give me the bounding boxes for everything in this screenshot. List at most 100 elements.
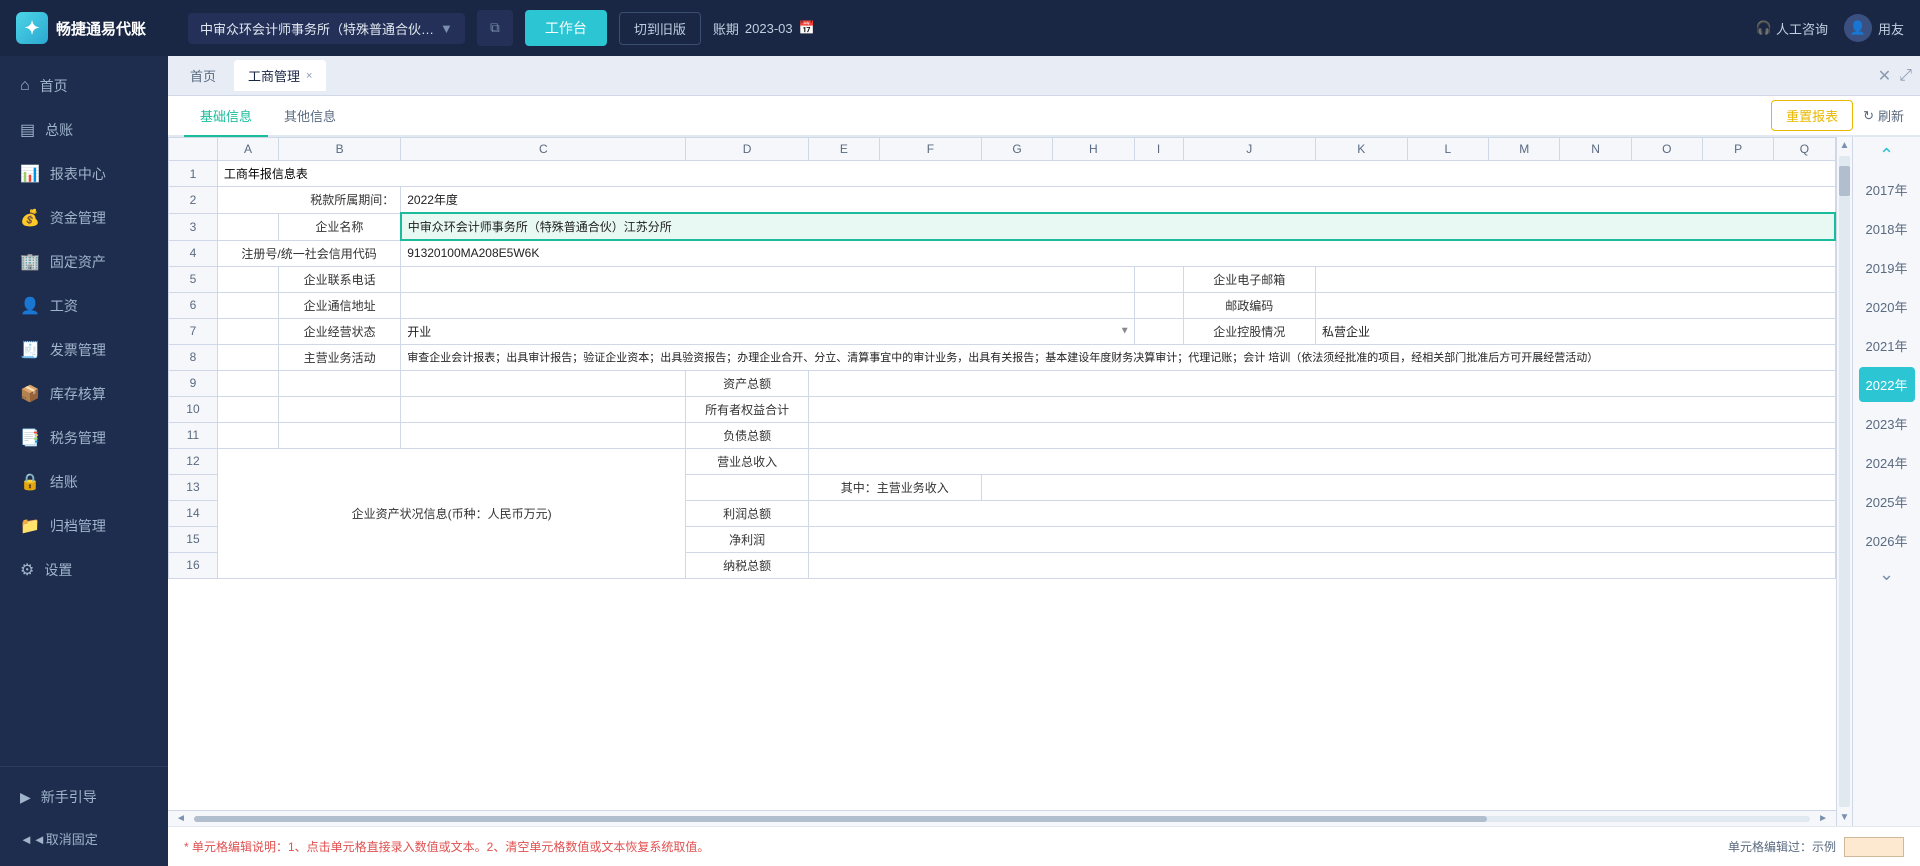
sidebar-item-invoice[interactable]: 🧾 发票管理 bbox=[0, 328, 168, 372]
year-up-button[interactable]: ⌃ bbox=[1879, 145, 1894, 166]
row12-revenue-value[interactable] bbox=[808, 448, 1835, 474]
row14-profit-value[interactable] bbox=[808, 500, 1835, 526]
col-header-b[interactable]: B bbox=[279, 138, 401, 161]
row9-b bbox=[279, 370, 401, 396]
row6-postal[interactable] bbox=[1315, 292, 1835, 318]
tab-expand-button[interactable]: ⤢ bbox=[1899, 67, 1912, 85]
row11-debt-value[interactable] bbox=[808, 422, 1835, 448]
year-2021[interactable]: 2021年 bbox=[1859, 328, 1915, 363]
bottom-scrollbar[interactable]: ◄ ► bbox=[168, 810, 1836, 826]
row6-i bbox=[1134, 292, 1183, 318]
sidebar-label-finance: 资金管理 bbox=[50, 208, 106, 228]
row7-control-value[interactable]: 私营企业 bbox=[1315, 318, 1835, 344]
col-header-f[interactable]: F bbox=[879, 138, 981, 161]
row8-biz-content[interactable]: 审查企业会计报表；出具审计报告；验证企业资本；出具验资报告；办理企业合开、分立、… bbox=[401, 344, 1835, 370]
sidebar-item-salary[interactable]: 👤 工资 bbox=[0, 284, 168, 328]
vertical-scroll-track[interactable] bbox=[1839, 156, 1850, 807]
tab-home[interactable]: 首页 bbox=[176, 60, 230, 91]
tab-close-button[interactable]: × bbox=[306, 70, 312, 82]
row3-company-name[interactable]: 中审众环会计师事务所（特殊普通合伙）江苏分所 bbox=[401, 213, 1835, 240]
col-header-a[interactable]: A bbox=[217, 138, 278, 161]
scroll-left-button[interactable]: ◄ bbox=[172, 813, 190, 824]
sidebar-item-settings[interactable]: ⚙ 设置 bbox=[0, 548, 168, 592]
row5-email[interactable] bbox=[1315, 266, 1835, 292]
user-area[interactable]: 👤 用友 bbox=[1844, 14, 1904, 42]
year-2023[interactable]: 2023年 bbox=[1859, 406, 1915, 441]
tab-close-all-button[interactable]: ✕ bbox=[1878, 66, 1891, 86]
row5-phone[interactable] bbox=[401, 266, 1134, 292]
sidebar-item-tax[interactable]: 📑 税务管理 bbox=[0, 416, 168, 460]
col-header-c[interactable]: C bbox=[401, 138, 686, 161]
workbench-button[interactable]: 工作台 bbox=[525, 10, 607, 46]
col-header-l[interactable]: L bbox=[1407, 138, 1488, 161]
row2-period[interactable]: 2022年度 bbox=[401, 187, 1835, 214]
sidebar-item-archive[interactable]: 📁 归档管理 bbox=[0, 504, 168, 548]
col-header-g[interactable]: G bbox=[981, 138, 1052, 161]
grid-container[interactable]: A B C D E F G H I J bbox=[168, 137, 1836, 810]
row-num-14: 14 bbox=[169, 500, 218, 526]
copy-button[interactable]: ⧉ bbox=[477, 10, 513, 46]
row6-a bbox=[217, 292, 278, 318]
col-header-h[interactable]: H bbox=[1053, 138, 1134, 161]
sidebar-item-report[interactable]: 📊 报表中心 bbox=[0, 152, 168, 196]
col-header-q[interactable]: Q bbox=[1774, 138, 1835, 161]
year-2022[interactable]: 2022年 bbox=[1859, 367, 1915, 402]
guide-button[interactable]: ▶ 新手引导 bbox=[0, 775, 168, 819]
col-header-d[interactable]: D bbox=[686, 138, 808, 161]
sidebar-item-home[interactable]: ⌂ 首页 bbox=[0, 64, 168, 108]
col-header-p[interactable]: P bbox=[1702, 138, 1773, 161]
company-selector[interactable]: 中审众环会计师事务所（特殊普通合伙… ▼ bbox=[188, 13, 465, 44]
row6-address[interactable] bbox=[401, 292, 1134, 318]
row13-main-revenue-value[interactable] bbox=[981, 474, 1835, 500]
horizontal-scroll-track[interactable] bbox=[194, 816, 1810, 822]
table-row: 5 企业联系电话 企业电子邮箱 bbox=[169, 266, 1836, 292]
scroll-down-button[interactable]: ▼ bbox=[1837, 809, 1852, 826]
main-layout: ⌂ 首页 ▤ 总账 📊 报表中心 💰 资金管理 🏢 固定资产 👤 工资 🧾 发票… bbox=[0, 56, 1920, 866]
sidebar-item-ledger[interactable]: ▤ 总账 bbox=[0, 108, 168, 152]
vertical-scrollbar[interactable]: ▲ ▼ bbox=[1836, 137, 1852, 826]
row-num-8: 8 bbox=[169, 344, 218, 370]
col-header-k[interactable]: K bbox=[1315, 138, 1407, 161]
table-row: 9 资产总额 bbox=[169, 370, 1836, 396]
sidebar-item-closeout[interactable]: 🔒 结账 bbox=[0, 460, 168, 504]
scroll-up-button[interactable]: ▲ bbox=[1837, 137, 1852, 154]
year-2020[interactable]: 2020年 bbox=[1859, 289, 1915, 324]
col-header-o[interactable]: O bbox=[1631, 138, 1702, 161]
tab-industrial[interactable]: 工商管理 × bbox=[234, 60, 326, 91]
row15-net-profit-value[interactable] bbox=[808, 526, 1835, 552]
service-button[interactable]: 🎧 人工咨询 bbox=[1756, 19, 1828, 38]
pin-button[interactable]: ◄◄取消固定 bbox=[0, 819, 168, 858]
year-2017[interactable]: 2017年 bbox=[1859, 172, 1915, 207]
col-header-e[interactable]: E bbox=[808, 138, 879, 161]
sidebar-item-finance[interactable]: 💰 资金管理 bbox=[0, 196, 168, 240]
scroll-right-button[interactable]: ► bbox=[1814, 813, 1832, 824]
sub-tab-other[interactable]: 其他信息 bbox=[268, 96, 352, 137]
row7-status[interactable]: 开业 ▼ bbox=[401, 318, 1134, 344]
row10-equity-value[interactable] bbox=[808, 396, 1835, 422]
year-2025[interactable]: 2025年 bbox=[1859, 484, 1915, 519]
calendar-icon[interactable]: 📅 bbox=[799, 20, 815, 36]
year-2019[interactable]: 2019年 bbox=[1859, 250, 1915, 285]
col-header-j[interactable]: J bbox=[1183, 138, 1315, 161]
sidebar-item-asset[interactable]: 🏢 固定资产 bbox=[0, 240, 168, 284]
year-2026[interactable]: 2026年 bbox=[1859, 523, 1915, 558]
refresh-button[interactable]: ↻ 刷新 bbox=[1863, 106, 1904, 125]
spreadsheet-wrapper: A B C D E F G H I J bbox=[168, 137, 1920, 826]
sidebar-item-inventory[interactable]: 📦 库存核算 bbox=[0, 372, 168, 416]
table-title-cell[interactable]: 工商年报信息表 bbox=[217, 161, 1835, 187]
year-down-button[interactable]: ⌄ bbox=[1879, 564, 1894, 585]
sidebar-label-home: 首页 bbox=[40, 76, 68, 96]
col-header-n[interactable]: N bbox=[1560, 138, 1631, 161]
col-header-i[interactable]: I bbox=[1134, 138, 1183, 161]
year-2018[interactable]: 2018年 bbox=[1859, 211, 1915, 246]
row16-tax-value[interactable] bbox=[808, 552, 1835, 578]
col-header-m[interactable]: M bbox=[1489, 138, 1560, 161]
table-row: 10 所有者权益合计 bbox=[169, 396, 1836, 422]
row9-assets-value[interactable] bbox=[808, 370, 1835, 396]
tabs-right-controls: ✕ ⤢ bbox=[1878, 66, 1912, 86]
reset-report-button[interactable]: 重置报表 bbox=[1771, 100, 1853, 131]
sub-tab-basic[interactable]: 基础信息 bbox=[184, 96, 268, 137]
year-2024[interactable]: 2024年 bbox=[1859, 445, 1915, 480]
old-version-button[interactable]: 切到旧版 bbox=[619, 12, 701, 45]
row4-credit-code[interactable]: 91320100MA208E5W6K bbox=[401, 240, 1835, 266]
